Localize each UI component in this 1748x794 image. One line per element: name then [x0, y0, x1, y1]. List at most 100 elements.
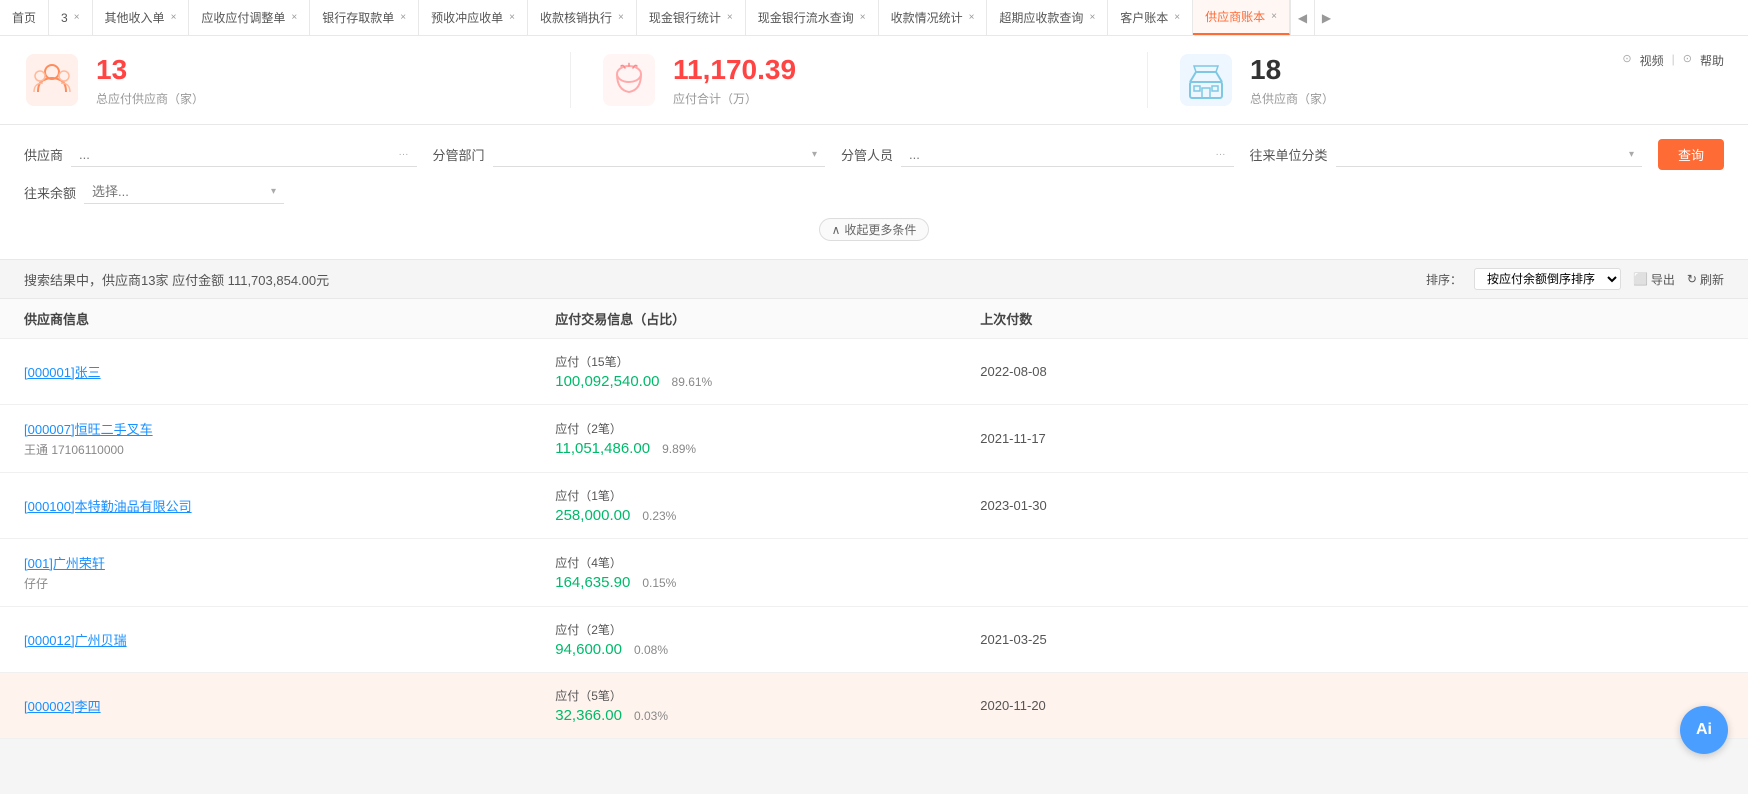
close-icon[interactable]: × [727, 12, 733, 23]
summary-section: 13 总应付供应商（家） 11,170.39 应付合计（万） [0, 36, 1748, 125]
category-input-wrap[interactable]: ▾ [1336, 143, 1642, 167]
supplier-link[interactable]: [000007]恒旺二手叉车 [24, 419, 555, 438]
trans-type-label: 应付（4笔） [555, 554, 980, 571]
nav-tab-supplier-account[interactable]: 供应商账本 × [1193, 0, 1290, 35]
export-icon: ⬜ [1633, 272, 1648, 286]
balance-input-wrap[interactable]: ▾ [84, 180, 284, 204]
nav-tab-ap-adjust[interactable]: 应收应付调整单 × [189, 0, 310, 35]
nav-tab-collection-stat[interactable]: 收款情况统计 × [879, 0, 988, 35]
export-label: 导出 [1651, 271, 1675, 288]
filter-category: 往来单位分类 ▾ [1250, 143, 1643, 167]
ai-button[interactable]: Ai [1680, 706, 1728, 754]
table-row: [000012]广州贝瑞 应付（2笔） 94,600.00 0.08% 2021… [0, 607, 1748, 673]
nav-tab-prepay-collection[interactable]: 预收冲应收单 × [419, 0, 528, 35]
nav-prev-button[interactable]: ◀ [1290, 0, 1314, 36]
filter-person: 分管人员 ··· [841, 143, 1234, 167]
trans-percent: 0.08% [634, 643, 668, 657]
supplier-link[interactable]: [000100]本特勤油品有限公司 [24, 496, 555, 515]
supplier-link[interactable]: [001]广州荣轩 [24, 553, 555, 572]
supplier-info-cell: [000100]本特勤油品有限公司 [24, 496, 555, 515]
nav-next-button[interactable]: ▶ [1314, 0, 1338, 36]
close-icon[interactable]: × [1271, 11, 1277, 22]
top-navigation: 首页 3 × 其他收入单 × 应收应付调整单 × 银行存取款单 × 预收冲应收单… [0, 0, 1748, 36]
supplier-filter-label: 供应商 [24, 145, 63, 164]
summary-card-suppliers: 13 总应付供应商（家） [24, 52, 571, 108]
nav-tab-other-income-label: 其他收入单 [105, 9, 165, 26]
close-icon[interactable]: × [618, 12, 624, 23]
filter-row-2: 往来余额 ▾ [24, 180, 1724, 204]
trans-info-cell: 应付（1笔） 258,000.00 0.23% [555, 487, 980, 524]
supplier-input-wrap[interactable]: ··· [71, 143, 416, 167]
category-input[interactable] [1344, 147, 1629, 162]
nav-tab-bank-deposit[interactable]: 银行存取款单 × [310, 0, 419, 35]
nav-tab-overdue-query[interactable]: 超期应收款查询 × [987, 0, 1108, 35]
table-header: 供应商信息 应付交易信息（占比） 上次付数 [0, 299, 1748, 339]
table-row: [001]广州荣轩 仔仔 应付（4笔） 164,635.90 0.15% [0, 539, 1748, 607]
nav-tab-customer-account[interactable]: 客户账本 × [1108, 0, 1193, 35]
main-table: 供应商信息 应付交易信息（占比） 上次付数 [000001]张三 应付（15笔）… [0, 299, 1748, 739]
trans-amount[interactable]: 32,366.00 [555, 707, 622, 724]
summary-card-amount: 11,170.39 应付合计（万） [601, 52, 1148, 108]
trans-amount[interactable]: 258,000.00 [555, 507, 630, 524]
nav-tab-collection-verify[interactable]: 收款核销执行 × [528, 0, 637, 35]
close-icon[interactable]: × [291, 12, 297, 23]
nav-tab-cash-bank-flow-label: 现金银行流水查询 [758, 9, 854, 26]
close-icon[interactable]: × [969, 12, 975, 23]
table-row: [000007]恒旺二手叉车 王通 17106110000 应付（2笔） 11,… [0, 405, 1748, 473]
query-button[interactable]: 查询 [1658, 139, 1724, 170]
video-link[interactable]: 视频 [1640, 52, 1664, 69]
close-icon[interactable]: × [74, 12, 80, 23]
nav-tab-cash-bank-stat[interactable]: 现金银行统计 × [637, 0, 746, 35]
summary-text-amount: 11,170.39 应付合计（万） [673, 53, 796, 108]
dept-filter-label: 分管部门 [433, 145, 485, 164]
last-pay-cell: 2023-01-30 [980, 498, 1299, 513]
person-input-wrap[interactable]: ··· [901, 143, 1233, 167]
sort-select[interactable]: 按应付余额倒序排序 按应付余额升序排序 [1474, 268, 1621, 290]
trans-type-label: 应付（2笔） [555, 621, 980, 638]
balance-input[interactable] [92, 184, 271, 199]
close-icon[interactable]: × [509, 12, 515, 23]
close-icon[interactable]: × [1089, 12, 1095, 23]
dept-input[interactable] [501, 147, 812, 162]
grain-icon [601, 52, 657, 108]
help-link[interactable]: 帮助 [1700, 52, 1724, 69]
person-filter-label: 分管人员 [841, 145, 893, 164]
trans-amount[interactable]: 100,092,540.00 [555, 373, 659, 390]
supplier-link[interactable]: [000001]张三 [24, 362, 555, 381]
nav-tab-3[interactable]: 3 × [49, 0, 93, 35]
trans-percent: 0.03% [634, 709, 668, 723]
collapse-button[interactable]: ∧ 收起更多条件 [819, 218, 930, 241]
category-filter-label: 往来单位分类 [1250, 145, 1328, 164]
dept-input-wrap[interactable]: ▾ [493, 143, 825, 167]
collapse-bar: ∧ 收起更多条件 [24, 214, 1724, 249]
close-icon[interactable]: × [171, 12, 177, 23]
nav-tab-cash-bank-flow[interactable]: 现金银行流水查询 × [746, 0, 879, 35]
refresh-button[interactable]: ↻ 刷新 [1687, 271, 1724, 288]
trans-percent: 9.89% [662, 442, 696, 456]
supplier-info-cell: [000001]张三 [24, 362, 555, 381]
supplier-link[interactable]: [000002]李四 [24, 696, 555, 715]
trans-amount[interactable]: 164,635.90 [555, 574, 630, 591]
nav-tab-ap-adjust-label: 应收应付调整单 [201, 9, 285, 26]
export-button[interactable]: ⬜ 导出 [1633, 271, 1675, 288]
trans-amount[interactable]: 94,600.00 [555, 641, 622, 658]
nav-tab-home[interactable]: 首页 [0, 0, 49, 35]
supplier-link[interactable]: [000012]广州贝瑞 [24, 630, 555, 649]
person-input[interactable] [909, 147, 1215, 162]
nav-tab-home-label: 首页 [12, 9, 36, 26]
trans-amount[interactable]: 11,051,486.00 [555, 440, 650, 457]
close-icon[interactable]: × [860, 12, 866, 23]
summary-label-amount: 应付合计（万） [673, 90, 796, 107]
nav-tab-overdue-query-label: 超期应收款查询 [999, 9, 1083, 26]
close-icon[interactable]: × [400, 12, 406, 23]
nav-tab-prepay-collection-label: 预收冲应收单 [431, 9, 503, 26]
trans-percent: 0.23% [642, 509, 676, 523]
nav-tab-cash-bank-stat-label: 现金银行统计 [649, 9, 721, 26]
summary-text-total-suppliers: 18 总供应商（家） [1250, 53, 1334, 108]
supplier-input[interactable] [79, 147, 398, 162]
chevron-up-icon: ∧ [832, 223, 841, 237]
chevron-down-icon: ▾ [1629, 149, 1634, 160]
close-icon[interactable]: × [1174, 12, 1180, 23]
nav-tab-other-income[interactable]: 其他收入单 × [93, 0, 190, 35]
filter-supplier: 供应商 ··· [24, 143, 417, 167]
